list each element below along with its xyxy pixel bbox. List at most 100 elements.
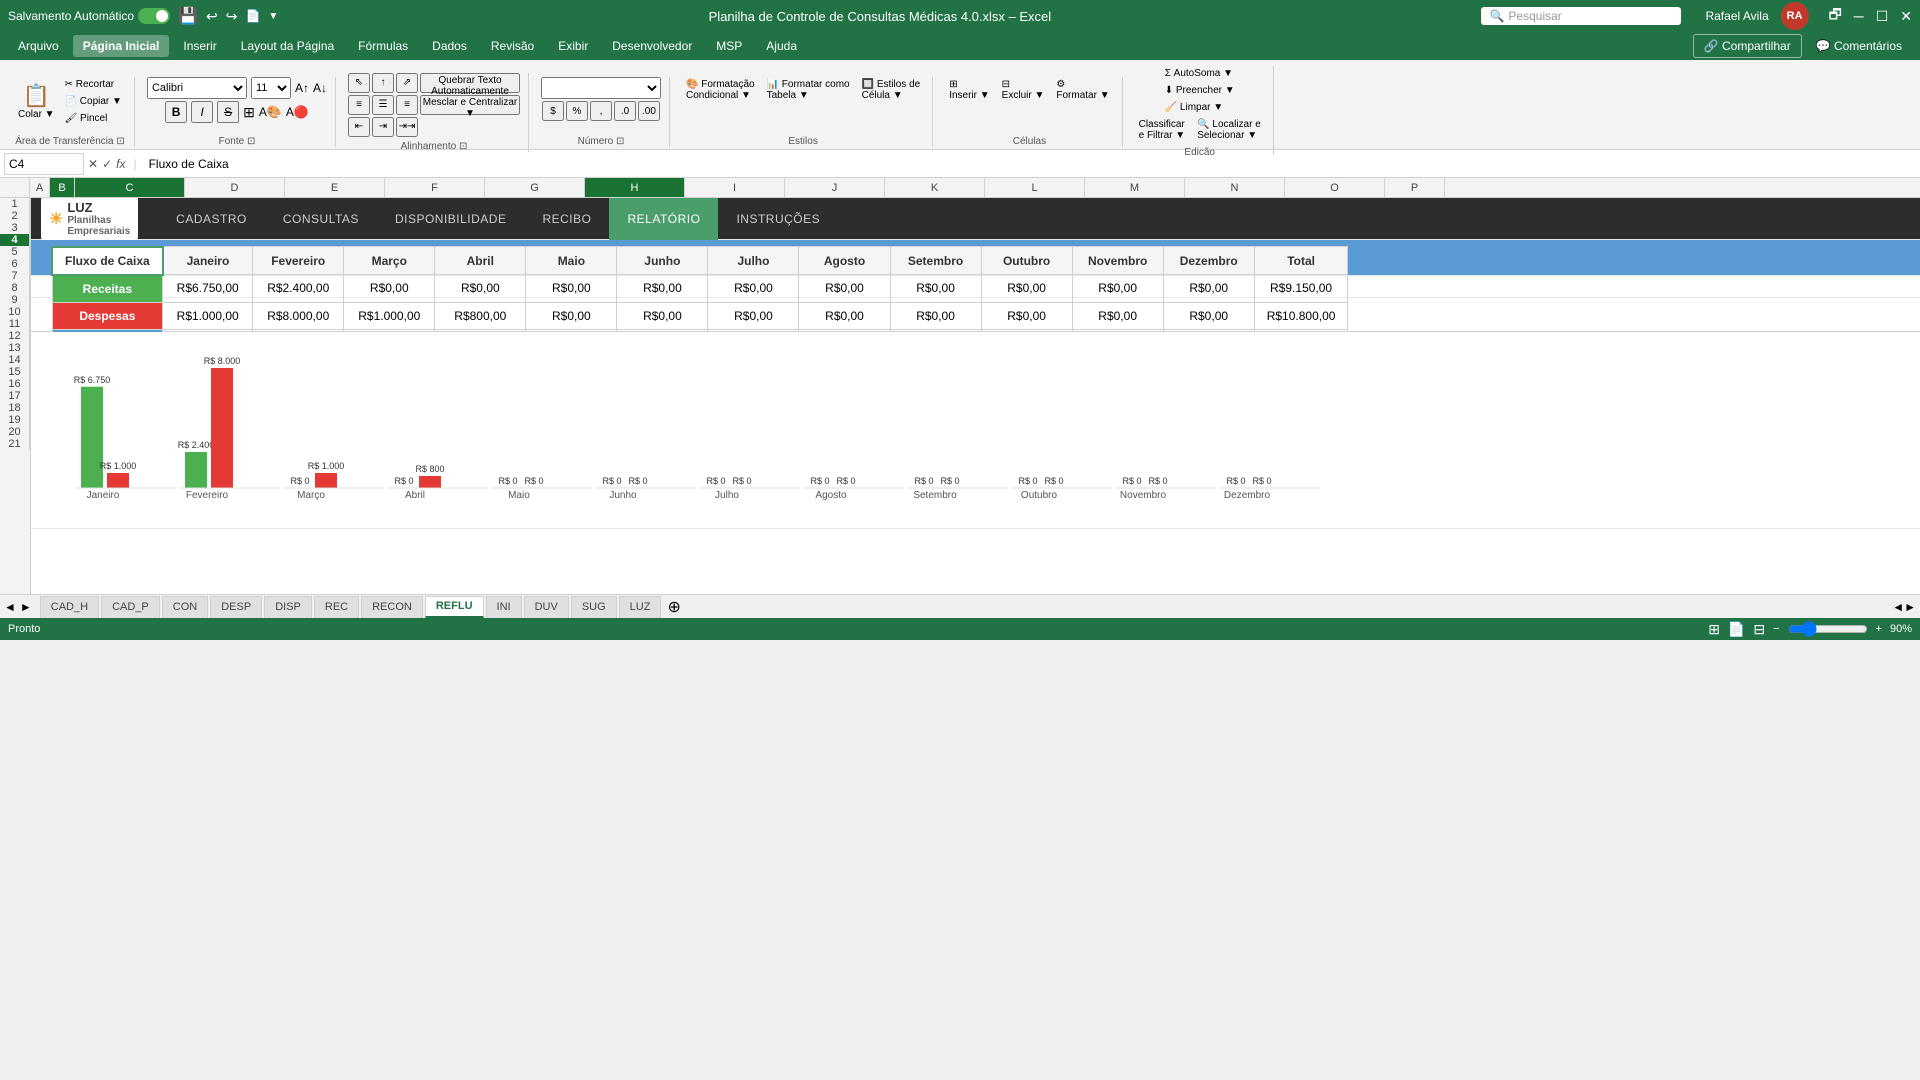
merge-center-button[interactable]: Mesclar e Centralizar ▼ bbox=[420, 95, 520, 115]
col-header-i[interactable]: I bbox=[685, 178, 785, 197]
redo-icon[interactable]: ↪ bbox=[226, 8, 238, 25]
dropdown-icon[interactable]: ▼ bbox=[268, 11, 278, 22]
td-value-despesas-3[interactable]: R$800,00 bbox=[435, 302, 526, 329]
formula-function-icon[interactable]: fx bbox=[116, 157, 125, 171]
align-top-center-button[interactable]: ↑ bbox=[372, 73, 394, 93]
row-num-8[interactable]: 8 bbox=[0, 282, 30, 294]
row-num-7[interactable]: 7 bbox=[0, 270, 30, 282]
align-top-left-button[interactable]: ⇖ bbox=[348, 73, 370, 93]
col-header-a[interactable]: A bbox=[30, 178, 50, 197]
td-value-despesas-12[interactable]: R$10.800,00 bbox=[1254, 302, 1348, 329]
col-header-c[interactable]: C bbox=[75, 178, 185, 197]
decrease-font-icon[interactable]: A↓ bbox=[313, 81, 327, 95]
col-header-m[interactable]: M bbox=[1085, 178, 1185, 197]
row-num-11[interactable]: 11 bbox=[0, 318, 30, 330]
td-value-despesas-8[interactable]: R$0,00 bbox=[890, 302, 981, 329]
row-num-1[interactable]: 1 bbox=[0, 198, 30, 210]
menu-layout[interactable]: Layout da Página bbox=[231, 35, 344, 57]
sheet-tab-disp[interactable]: DISP bbox=[264, 596, 312, 618]
italic-button[interactable]: I bbox=[191, 101, 213, 123]
copy-button[interactable]: 📄 Copiar ▼ bbox=[61, 94, 126, 109]
increase-font-icon[interactable]: A↑ bbox=[295, 81, 309, 95]
add-sheet-button[interactable]: ⊕ bbox=[667, 597, 680, 617]
zoom-slider[interactable] bbox=[1788, 621, 1868, 637]
format-painter-button[interactable]: 🖌 Pincel bbox=[61, 111, 126, 126]
sheet-tab-cad-p[interactable]: CAD_P bbox=[101, 596, 160, 618]
nav-disponibilidade[interactable]: DISPONIBILIDADE bbox=[377, 198, 525, 240]
autosum-button[interactable]: Σ AutoSoma ▼ bbox=[1161, 66, 1239, 81]
row-num-4[interactable]: 4 bbox=[0, 234, 30, 246]
strikethrough-button[interactable]: S bbox=[217, 101, 239, 123]
nav-right-icon[interactable]: ► bbox=[20, 600, 32, 614]
row-num-17[interactable]: 17 bbox=[0, 390, 30, 402]
td-value-receitas-2[interactable]: R$0,00 bbox=[344, 275, 435, 303]
td-value-receitas-10[interactable]: R$0,00 bbox=[1072, 275, 1163, 303]
td-value-receitas-7[interactable]: R$0,00 bbox=[799, 275, 890, 303]
td-label-despesas[interactable]: Despesas bbox=[52, 302, 163, 329]
td-value-despesas-10[interactable]: R$0,00 bbox=[1072, 302, 1163, 329]
nav-consultas[interactable]: CONSULTAS bbox=[265, 198, 377, 240]
row-num-13[interactable]: 13 bbox=[0, 342, 30, 354]
nav-cadastro[interactable]: CADASTRO bbox=[158, 198, 265, 240]
menu-exibir[interactable]: Exibir bbox=[548, 35, 598, 57]
indent-right2-button[interactable]: ⇥⇥ bbox=[396, 117, 418, 137]
sheet-tab-recon[interactable]: RECON bbox=[361, 596, 423, 618]
menu-formulas[interactable]: Fórmulas bbox=[348, 35, 418, 57]
close-icon[interactable]: ✕ bbox=[1900, 8, 1912, 25]
font-size-select[interactable]: 11 bbox=[251, 77, 291, 99]
normal-view-icon[interactable]: ⊞ bbox=[1708, 621, 1720, 638]
minimize-icon[interactable]: ─ bbox=[1854, 8, 1864, 24]
td-label-receitas[interactable]: Receitas bbox=[52, 275, 163, 303]
sheet-tab-sug[interactable]: SUG bbox=[571, 596, 617, 618]
td-value-despesas-0[interactable]: R$1.000,00 bbox=[163, 302, 253, 329]
user-avatar[interactable]: RA bbox=[1781, 2, 1809, 30]
td-value-receitas-5[interactable]: R$0,00 bbox=[617, 275, 708, 303]
menu-pagina-inicial[interactable]: Página Inicial bbox=[73, 35, 170, 57]
scroll-left-icon[interactable]: ◄ bbox=[1892, 600, 1904, 614]
row-num-20[interactable]: 20 bbox=[0, 426, 30, 438]
menu-arquivo[interactable]: Arquivo bbox=[8, 35, 69, 57]
comments-button[interactable]: 💬 Comentários bbox=[1806, 35, 1912, 57]
delete-button[interactable]: ⊟Excluir ▼ bbox=[998, 77, 1049, 103]
align-top-right-button[interactable]: ⇗ bbox=[396, 73, 418, 93]
td-value-receitas-9[interactable]: R$0,00 bbox=[981, 275, 1072, 303]
formula-input[interactable]: Fluxo de Caixa bbox=[145, 155, 1916, 173]
col-header-l[interactable]: L bbox=[985, 178, 1085, 197]
align-right-button[interactable]: ≡ bbox=[396, 95, 418, 115]
share-button[interactable]: 🔗 Compartilhar bbox=[1693, 34, 1802, 58]
col-header-f[interactable]: F bbox=[385, 178, 485, 197]
td-value-receitas-4[interactable]: R$0,00 bbox=[526, 275, 617, 303]
maximize-icon[interactable]: ☐ bbox=[1876, 8, 1889, 25]
cell-reference-input[interactable]: C4 bbox=[4, 153, 84, 175]
auto-save-toggle[interactable] bbox=[138, 8, 170, 24]
clear-button[interactable]: 🧹 Limpar ▼ bbox=[1161, 100, 1239, 115]
col-header-j[interactable]: J bbox=[785, 178, 885, 197]
nav-relatorio[interactable]: RELATÓRIO bbox=[609, 198, 718, 240]
row-num-21[interactable]: 21 bbox=[0, 438, 30, 450]
row-num-16[interactable]: 16 bbox=[0, 378, 30, 390]
sheet-tab-ini[interactable]: INI bbox=[486, 596, 522, 618]
row-num-3[interactable]: 3 bbox=[0, 222, 30, 234]
font-family-select[interactable]: Calibri bbox=[147, 77, 247, 99]
increase-decimal-button[interactable]: .0 bbox=[614, 101, 636, 121]
row-num-6[interactable]: 6 bbox=[0, 258, 30, 270]
td-value-receitas-12[interactable]: R$9.150,00 bbox=[1254, 275, 1348, 303]
border-icon[interactable]: ⊞ bbox=[243, 104, 255, 121]
paste-button[interactable]: 📋 Colar ▼ bbox=[14, 81, 59, 122]
sheet-tab-con[interactable]: CON bbox=[162, 596, 208, 618]
fill-button[interactable]: ⬇ Preencher ▼ bbox=[1161, 83, 1239, 98]
td-value-despesas-6[interactable]: R$0,00 bbox=[708, 302, 799, 329]
sheet-tab-luz[interactable]: LUZ bbox=[619, 596, 662, 618]
page-layout-view-icon[interactable]: 📄 bbox=[1728, 621, 1745, 638]
row-num-19[interactable]: 19 bbox=[0, 414, 30, 426]
indent-left-button[interactable]: ⇤ bbox=[348, 117, 370, 137]
td-value-receitas-6[interactable]: R$0,00 bbox=[708, 275, 799, 303]
row-num-10[interactable]: 10 bbox=[0, 306, 30, 318]
col-header-g[interactable]: G bbox=[485, 178, 585, 197]
td-value-despesas-2[interactable]: R$1.000,00 bbox=[344, 302, 435, 329]
currency-button[interactable]: $ bbox=[542, 101, 564, 121]
nav-recibo[interactable]: RECIBO bbox=[524, 198, 609, 240]
row-num-12[interactable]: 12 bbox=[0, 330, 30, 342]
align-left-button[interactable]: ≡ bbox=[348, 95, 370, 115]
search-bar[interactable]: 🔍 Pesquisar bbox=[1481, 7, 1681, 25]
